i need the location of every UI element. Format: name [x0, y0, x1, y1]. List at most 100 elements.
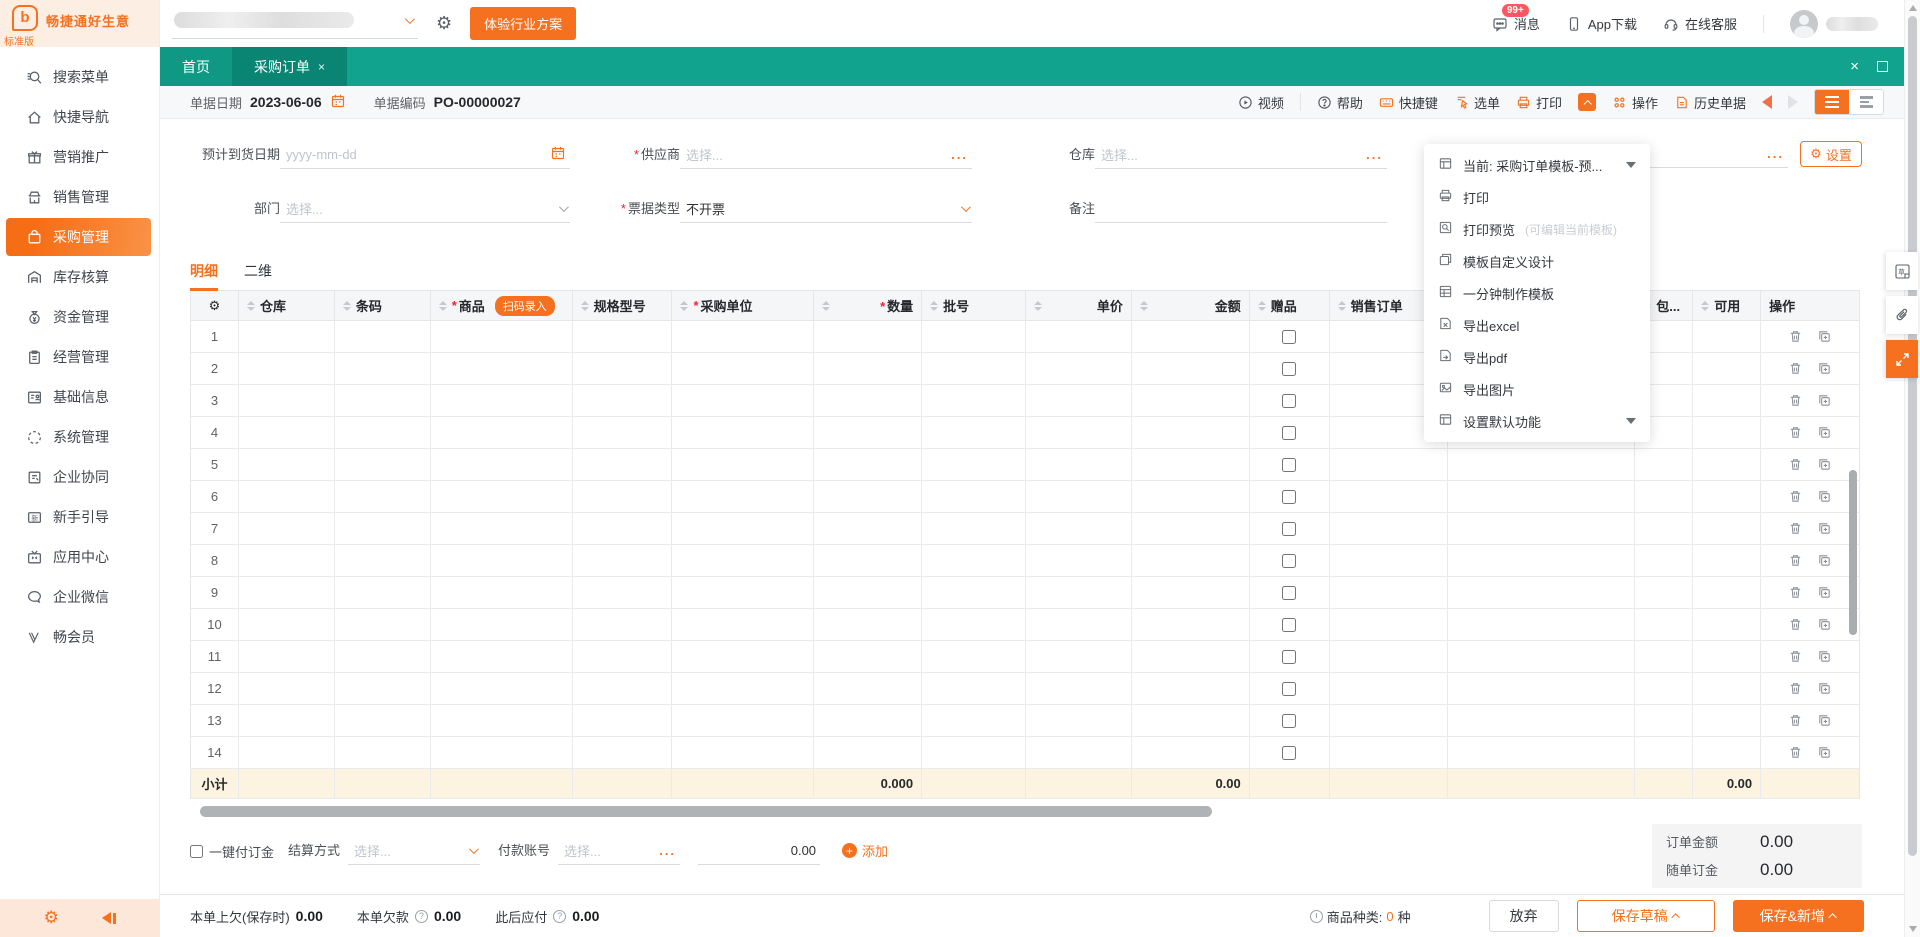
empty-cell[interactable] [1026, 641, 1132, 673]
video-button[interactable]: 视频 [1238, 93, 1284, 112]
empty-cell[interactable] [1026, 545, 1132, 577]
user-account[interactable] [1790, 9, 1878, 38]
add-payment-button[interactable]: + 添加 [842, 841, 888, 865]
gift-checkbox[interactable] [1282, 393, 1297, 408]
view-compact-button[interactable] [1815, 90, 1849, 114]
empty-cell[interactable] [1329, 577, 1448, 609]
empty-cell[interactable] [1447, 449, 1636, 481]
empty-cell[interactable] [922, 385, 1027, 417]
empty-cell[interactable] [1026, 481, 1132, 513]
empty-cell[interactable] [1447, 577, 1636, 609]
gift-cell[interactable] [1249, 545, 1330, 577]
gift-checkbox[interactable] [1282, 713, 1297, 728]
empty-cell[interactable] [814, 737, 923, 769]
calendar-icon[interactable] [330, 93, 346, 112]
more-dots-icon[interactable]: ... [1366, 148, 1383, 161]
empty-cell[interactable] [430, 705, 573, 737]
empty-cell[interactable] [1131, 737, 1250, 769]
empty-cell[interactable] [430, 417, 573, 449]
empty-cell[interactable] [1447, 609, 1636, 641]
sidebar-item-畅会员[interactable]: 畅会员 [0, 617, 159, 657]
empty-cell[interactable] [238, 481, 335, 513]
row-actions[interactable] [1761, 449, 1859, 481]
empty-cell[interactable] [922, 609, 1027, 641]
gift-cell[interactable] [1249, 641, 1330, 673]
empty-cell[interactable] [430, 449, 573, 481]
empty-cell[interactable] [1026, 385, 1132, 417]
empty-cell[interactable] [1329, 705, 1448, 737]
empty-cell[interactable] [572, 737, 673, 769]
empty-cell[interactable] [1693, 641, 1762, 673]
empty-cell[interactable] [572, 705, 673, 737]
empty-cell[interactable] [430, 545, 573, 577]
remark-input[interactable] [1095, 199, 1387, 223]
deposit-amount-input[interactable]: 0.00 [698, 841, 821, 865]
empty-cell[interactable] [238, 545, 335, 577]
empty-cell[interactable] [922, 737, 1027, 769]
print-button[interactable]: 打印 [1516, 93, 1562, 112]
hotkey-button[interactable]: 快捷键 [1379, 93, 1438, 112]
next-doc-icon[interactable] [1788, 95, 1798, 109]
more-dots-icon[interactable]: ... [1767, 147, 1784, 160]
sidebar-item-搜索菜单[interactable]: 搜索菜单 [0, 57, 159, 97]
empty-cell[interactable] [1131, 545, 1250, 577]
empty-cell[interactable] [238, 449, 335, 481]
empty-cell[interactable] [334, 737, 431, 769]
copy-row-icon[interactable] [1817, 329, 1832, 344]
row-number[interactable]: 4 [191, 417, 239, 449]
delete-row-icon[interactable] [1788, 585, 1803, 600]
empty-cell[interactable] [572, 545, 673, 577]
gift-checkbox[interactable] [1282, 361, 1297, 376]
delete-row-icon[interactable] [1788, 489, 1803, 504]
menu-item-导出pdf[interactable]: 导出pdf [1424, 341, 1650, 373]
empty-cell[interactable] [814, 481, 923, 513]
empty-cell[interactable] [572, 449, 673, 481]
row-actions[interactable] [1761, 417, 1859, 449]
empty-cell[interactable] [238, 641, 335, 673]
sort-icon[interactable] [680, 300, 689, 311]
menu-item-当前采购订单模板-预[interactable]: 当前: 采购订单模板-预... [1424, 149, 1650, 181]
empty-cell[interactable] [430, 609, 573, 641]
empty-cell[interactable] [672, 737, 815, 769]
empty-cell[interactable] [1693, 385, 1762, 417]
empty-cell[interactable] [1693, 353, 1762, 385]
gift-checkbox[interactable] [1282, 617, 1297, 632]
row-number[interactable]: 8 [191, 545, 239, 577]
column-header-规格型号[interactable]: 规格型号 [572, 291, 673, 321]
sidebar-collapse-icon[interactable] [102, 912, 117, 924]
empty-cell[interactable] [1447, 673, 1636, 705]
empty-cell[interactable] [430, 513, 573, 545]
empty-cell[interactable] [334, 385, 431, 417]
department-select[interactable]: 选择... [280, 199, 570, 223]
fullscreen-icon[interactable] [1877, 61, 1888, 72]
sort-icon[interactable] [438, 300, 447, 311]
empty-cell[interactable] [572, 321, 673, 353]
empty-cell[interactable] [1635, 513, 1694, 545]
copy-row-icon[interactable] [1817, 649, 1832, 664]
column-header-gear[interactable]: ⚙ [191, 291, 239, 321]
row-number[interactable]: 10 [191, 609, 239, 641]
empty-cell[interactable] [1026, 609, 1132, 641]
empty-cell[interactable] [1131, 673, 1250, 705]
gift-checkbox[interactable] [1282, 329, 1297, 344]
empty-cell[interactable] [814, 385, 923, 417]
settle-method-select[interactable]: 选择... [348, 841, 481, 865]
abandon-button[interactable]: 放弃 [1488, 900, 1559, 932]
empty-cell[interactable] [1635, 577, 1694, 609]
scan-entry-button[interactable]: 扫码录入 [494, 295, 555, 316]
empty-cell[interactable] [1131, 705, 1250, 737]
column-header-条码[interactable]: 条码 [334, 291, 431, 321]
empty-cell[interactable] [672, 321, 815, 353]
empty-cell[interactable] [1635, 705, 1694, 737]
empty-cell[interactable] [1131, 481, 1250, 513]
table-horizontal-scrollbar[interactable] [200, 806, 1212, 817]
row-number[interactable]: 1 [191, 321, 239, 353]
close-all-tabs-icon[interactable]: × [1850, 58, 1859, 75]
empty-cell[interactable] [814, 609, 923, 641]
menu-item-模板自定义设计[interactable]: 模板自定义设计 [1424, 245, 1650, 277]
menu-item-导出图片[interactable]: 导出图片 [1424, 373, 1650, 405]
empty-cell[interactable] [1329, 641, 1448, 673]
sort-icon[interactable] [580, 300, 589, 311]
empty-cell[interactable] [1635, 545, 1694, 577]
column-header-金额[interactable]: 金额 [1131, 291, 1250, 321]
